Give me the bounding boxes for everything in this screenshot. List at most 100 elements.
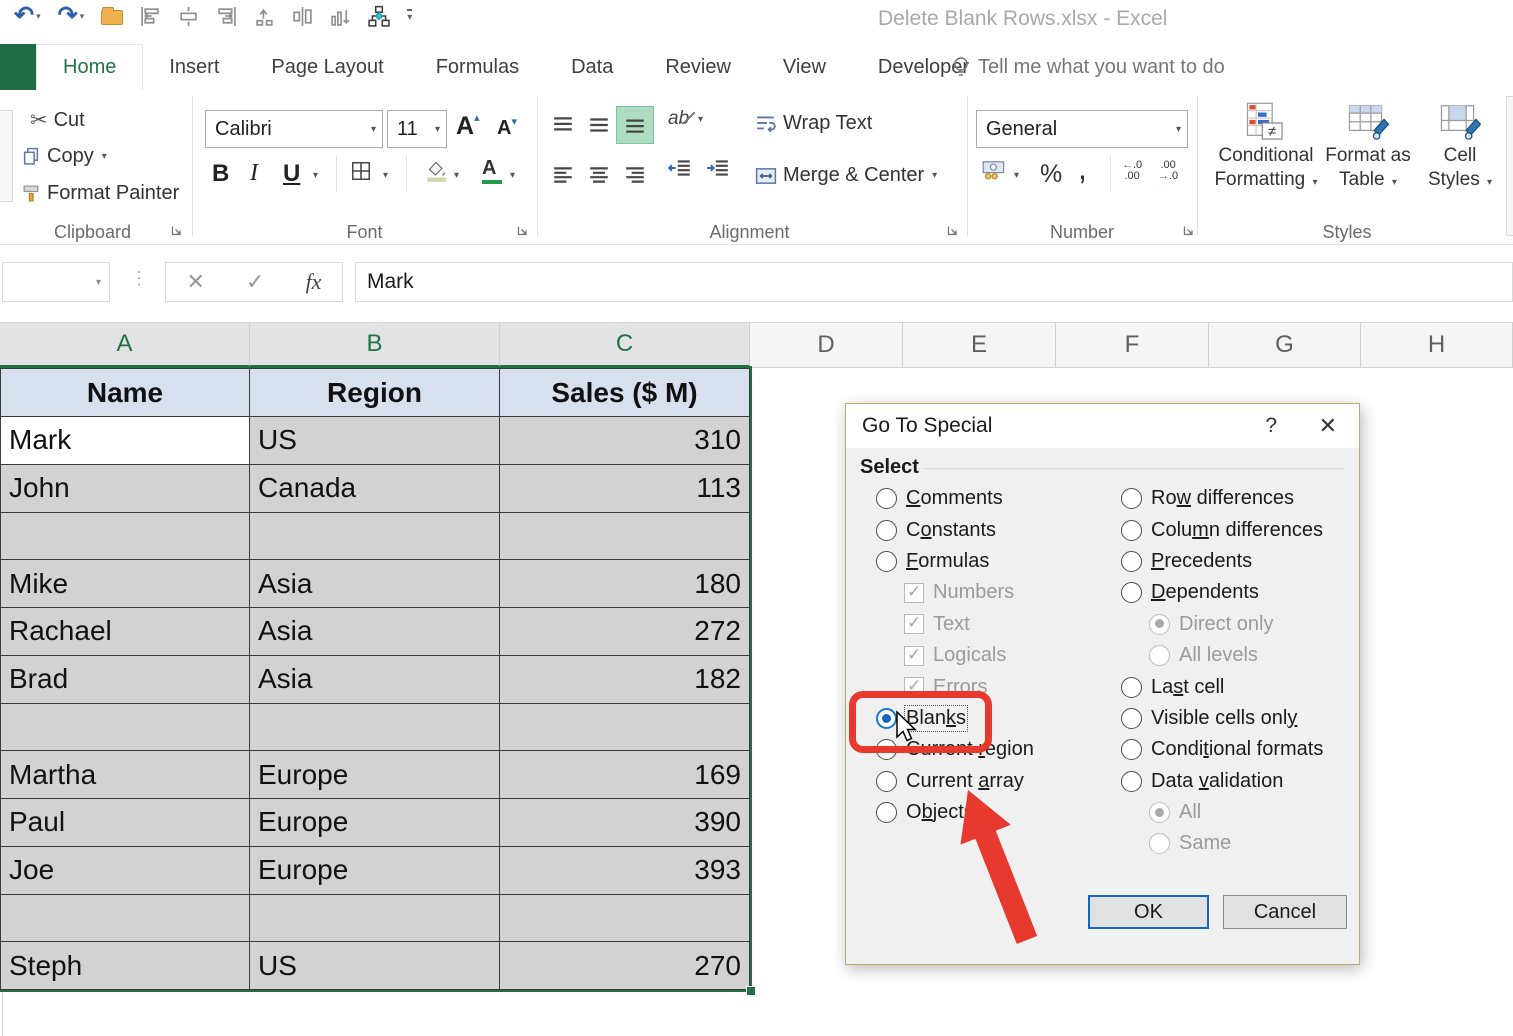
orientation-button[interactable]: ab ▾ <box>668 108 703 130</box>
redo-button[interactable]: ↷ ▾ <box>58 4 85 28</box>
underline-dropdown[interactable]: ▾ <box>313 170 318 181</box>
cell-A2[interactable]: Mark <box>0 417 250 465</box>
align-left-button[interactable] <box>546 158 580 192</box>
cell-C1[interactable]: Sales ($ M) <box>500 368 750 417</box>
file-tab-stub[interactable] <box>0 44 36 90</box>
dialog-help-button[interactable]: ? <box>1265 414 1277 438</box>
cell-C10[interactable]: 390 <box>500 799 750 847</box>
chevron-down-icon[interactable]: ▾ <box>36 11 41 22</box>
cell-A7[interactable]: Brad <box>0 655 250 704</box>
option-conditional-formats[interactable]: Conditional formats <box>1121 734 1356 765</box>
option-row-differences[interactable]: Row differences <box>1121 483 1356 514</box>
cell-C7[interactable]: 182 <box>500 655 750 704</box>
font-color-dropdown[interactable]: ▾ <box>510 170 515 181</box>
underline-button[interactable]: U <box>283 160 300 188</box>
cell-B12[interactable] <box>250 894 500 943</box>
alignment-dialog-launcher[interactable] <box>946 224 959 237</box>
chevron-down-icon[interactable]: ▾ <box>96 277 101 288</box>
accounting-dropdown[interactable]: ▾ <box>1014 170 1019 181</box>
decrease-indent-button[interactable] <box>668 158 692 178</box>
align-center-button[interactable] <box>582 158 616 192</box>
radio-icon[interactable] <box>876 519 897 541</box>
cell-C2[interactable]: 310 <box>500 417 750 465</box>
copy-button[interactable]: Copy ▾ <box>22 145 107 168</box>
column-header-E[interactable]: E <box>903 323 1056 367</box>
borders-button[interactable] <box>350 160 372 182</box>
option-constants[interactable]: Constants <box>876 514 1116 545</box>
merge-center-button[interactable]: Merge & Center ▾ <box>755 164 937 187</box>
radio-icon[interactable] <box>876 488 897 510</box>
option-blanks[interactable]: Blanks <box>876 703 1116 734</box>
tell-me-box[interactable]: Tell me what you want to do <box>952 44 1225 90</box>
option-column-differences[interactable]: Column differences <box>1121 514 1356 545</box>
option-objects[interactable]: Objects <box>876 797 1116 828</box>
cell-B2[interactable]: US <box>250 417 500 465</box>
middle-align-button[interactable] <box>582 108 616 142</box>
option-current-array[interactable]: Current array <box>876 766 1116 797</box>
column-header-H[interactable]: H <box>1361 323 1513 367</box>
cell-B1[interactable]: Region <box>250 368 500 417</box>
cell-C8[interactable] <box>500 703 750 752</box>
radio-icon[interactable] <box>1121 488 1142 510</box>
font-name-combo[interactable]: Calibri ▾ <box>205 110 383 148</box>
cell-B10[interactable]: Europe <box>250 799 500 847</box>
shrink-font-button[interactable]: A ▾ <box>497 116 517 140</box>
option-precedents[interactable]: Precedents <box>1121 546 1356 577</box>
radio-icon[interactable] <box>1121 519 1142 541</box>
cell-A9[interactable]: Martha <box>0 751 250 799</box>
bottom-align-button[interactable] <box>616 106 654 144</box>
comma-style-button[interactable]: , <box>1078 150 1087 187</box>
option-dependents[interactable]: Dependents <box>1121 577 1356 608</box>
radio-icon[interactable] <box>876 770 897 792</box>
number-format-combo[interactable]: General ▾ <box>976 110 1188 148</box>
accounting-format-button[interactable] <box>982 158 1006 180</box>
cell-C11[interactable]: 393 <box>500 846 750 895</box>
cell-A6[interactable]: Rachael <box>0 608 250 656</box>
wrap-text-button[interactable]: Wrap Text <box>755 112 872 135</box>
tab-formulas[interactable]: Formulas <box>410 44 545 90</box>
conditional-formatting-button[interactable]: ≠ Conditional Formatting ▾ <box>1214 102 1318 195</box>
cell-A1[interactable]: Name <box>0 368 250 417</box>
decrease-decimal-button[interactable]: .00 →.0 <box>1158 160 1178 182</box>
cell-C3[interactable]: 113 <box>500 464 750 513</box>
chart-sort-button[interactable] <box>330 6 351 27</box>
cell-B8[interactable] <box>250 703 500 752</box>
italic-button[interactable]: I <box>250 160 258 187</box>
open-file-button[interactable] <box>101 7 124 25</box>
cell-A8[interactable] <box>0 703 250 752</box>
cell-A12[interactable] <box>0 894 250 943</box>
cell-B11[interactable]: Europe <box>250 846 500 895</box>
cancel-button[interactable]: Cancel <box>1223 895 1347 929</box>
undo-button[interactable]: ↶ ▾ <box>14 4 41 28</box>
format-painter-button[interactable]: Format Painter <box>22 182 179 205</box>
cell-B4[interactable] <box>250 512 500 561</box>
dialog-close-button[interactable]: ✕ <box>1319 413 1337 439</box>
cell-C12[interactable] <box>500 894 750 943</box>
chevron-down-icon[interactable]: ▾ <box>371 124 376 135</box>
formula-bar-resize-handle[interactable]: ⋮ <box>130 268 148 289</box>
option-comments[interactable]: Comments <box>876 483 1116 514</box>
insert-function-button[interactable]: fx <box>306 269 322 295</box>
number-dialog-launcher[interactable] <box>1182 224 1195 237</box>
dialog-title-bar[interactable]: Go To Special <box>846 404 1359 448</box>
tab-data[interactable]: Data <box>545 44 639 90</box>
column-header-A[interactable]: A <box>0 323 250 367</box>
ok-button[interactable]: OK <box>1088 895 1209 929</box>
tab-insert[interactable]: Insert <box>143 44 245 90</box>
tab-view[interactable]: View <box>757 44 852 90</box>
column-header-F[interactable]: F <box>1056 323 1209 367</box>
chevron-down-icon[interactable]: ▾ <box>80 11 85 22</box>
cell-A3[interactable]: John <box>0 464 250 513</box>
option-last-cell[interactable]: Last cell <box>1121 671 1356 702</box>
enter-entry-icon[interactable]: ✓ <box>246 269 264 295</box>
format-as-table-button[interactable]: Format as Table ▾ <box>1320 102 1416 195</box>
column-header-B[interactable]: B <box>250 323 500 367</box>
cell-B9[interactable]: Europe <box>250 751 500 799</box>
cell-A11[interactable]: Joe <box>0 846 250 895</box>
cancel-entry-icon[interactable]: ✕ <box>187 269 205 295</box>
fill-handle[interactable] <box>746 986 756 996</box>
cut-button[interactable]: ✂ Cut <box>30 108 85 133</box>
font-color-button[interactable]: A <box>482 158 502 184</box>
cell-styles-button[interactable]: Cell Styles ▾ <box>1420 102 1500 195</box>
fill-color-button[interactable] <box>424 158 448 183</box>
